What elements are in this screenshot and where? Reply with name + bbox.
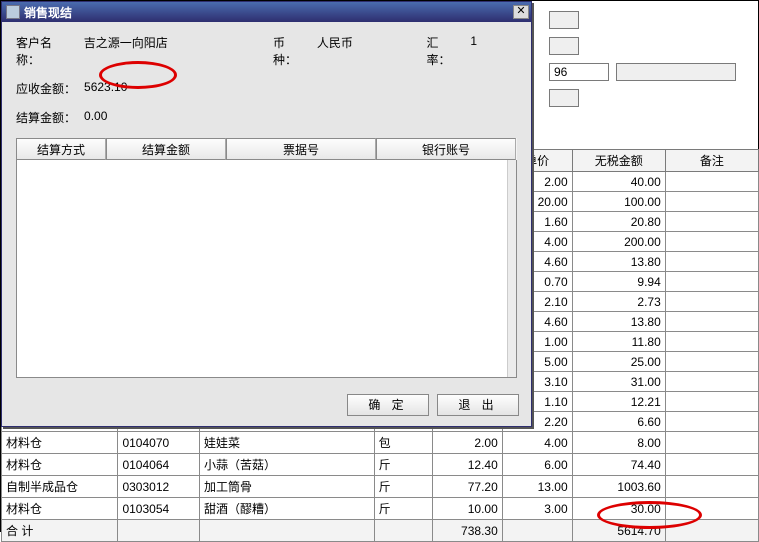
sales-settlement-dialog: 销售现结 ✕ 客户名称： 吉之源一向阳店 币种： 人民币 汇率： 1 应收金额：…	[1, 1, 532, 427]
app-icon	[6, 5, 20, 19]
receivable-label: 应收金额：	[16, 80, 76, 97]
table-row[interactable]: 材料仓0104070娃娃菜包2.004.008.00	[2, 432, 759, 454]
info-row-2: 应收金额： 5623.10	[16, 80, 517, 97]
header-wide-button[interactable]	[616, 63, 736, 81]
dialog-title: 销售现结	[24, 4, 513, 21]
settle-value: 0.00	[84, 109, 107, 126]
ok-button[interactable]: 确 定	[347, 394, 429, 416]
gh-amount[interactable]: 结算金额	[106, 138, 226, 160]
col-remark: 备注	[665, 150, 758, 172]
dialog-titlebar[interactable]: 销售现结 ✕	[2, 2, 531, 22]
gh-acct[interactable]: 银行账号	[376, 138, 516, 160]
col-notax: 无税金额	[572, 150, 665, 172]
customer-label: 客户名称：	[16, 34, 76, 68]
grid-body[interactable]	[16, 160, 517, 378]
table-row[interactable]: 自制半成品仓0303012加工筒骨斤77.2013.001003.60	[2, 476, 759, 498]
rate-value: 1	[470, 34, 477, 68]
receivable-value: 5623.10	[84, 80, 174, 97]
dialog-buttons: 确 定 退 出	[2, 386, 531, 426]
grid-header: 结算方式 结算金额 票据号 银行账号	[16, 138, 517, 160]
currency-label: 币种：	[273, 34, 309, 68]
header-dropdown-3[interactable]	[549, 89, 579, 107]
settle-label: 结算金额：	[16, 109, 76, 126]
scrollbar[interactable]	[507, 160, 516, 377]
table-total-row: 合 计738.305614.70	[2, 520, 759, 542]
close-icon[interactable]: ✕	[513, 5, 529, 19]
table-row[interactable]: 材料仓0104064小蒜（苦菇）斤12.406.0074.40	[2, 454, 759, 476]
header-controls: 96	[549, 11, 749, 115]
info-row-3: 结算金额： 0.00	[16, 109, 517, 126]
header-dropdown-2[interactable]	[549, 37, 579, 55]
rate-label: 汇率：	[426, 34, 462, 68]
info-row-1: 客户名称： 吉之源一向阳店 币种： 人民币 汇率： 1	[16, 34, 517, 68]
table-row[interactable]: 材料仓0103054甜酒（醪糟）斤10.003.0030.00	[2, 498, 759, 520]
gh-method[interactable]: 结算方式	[16, 138, 106, 160]
gh-bill[interactable]: 票据号	[226, 138, 376, 160]
header-input-value[interactable]: 96	[549, 63, 609, 81]
customer-value: 吉之源一向阳店	[84, 34, 233, 68]
settlement-grid: 结算方式 结算金额 票据号 银行账号	[16, 138, 517, 378]
dialog-body: 客户名称： 吉之源一向阳店 币种： 人民币 汇率： 1 应收金额： 5623.1…	[2, 22, 531, 386]
currency-value: 人民币	[317, 34, 387, 68]
header-dropdown-1[interactable]	[549, 11, 579, 29]
exit-button[interactable]: 退 出	[437, 394, 519, 416]
